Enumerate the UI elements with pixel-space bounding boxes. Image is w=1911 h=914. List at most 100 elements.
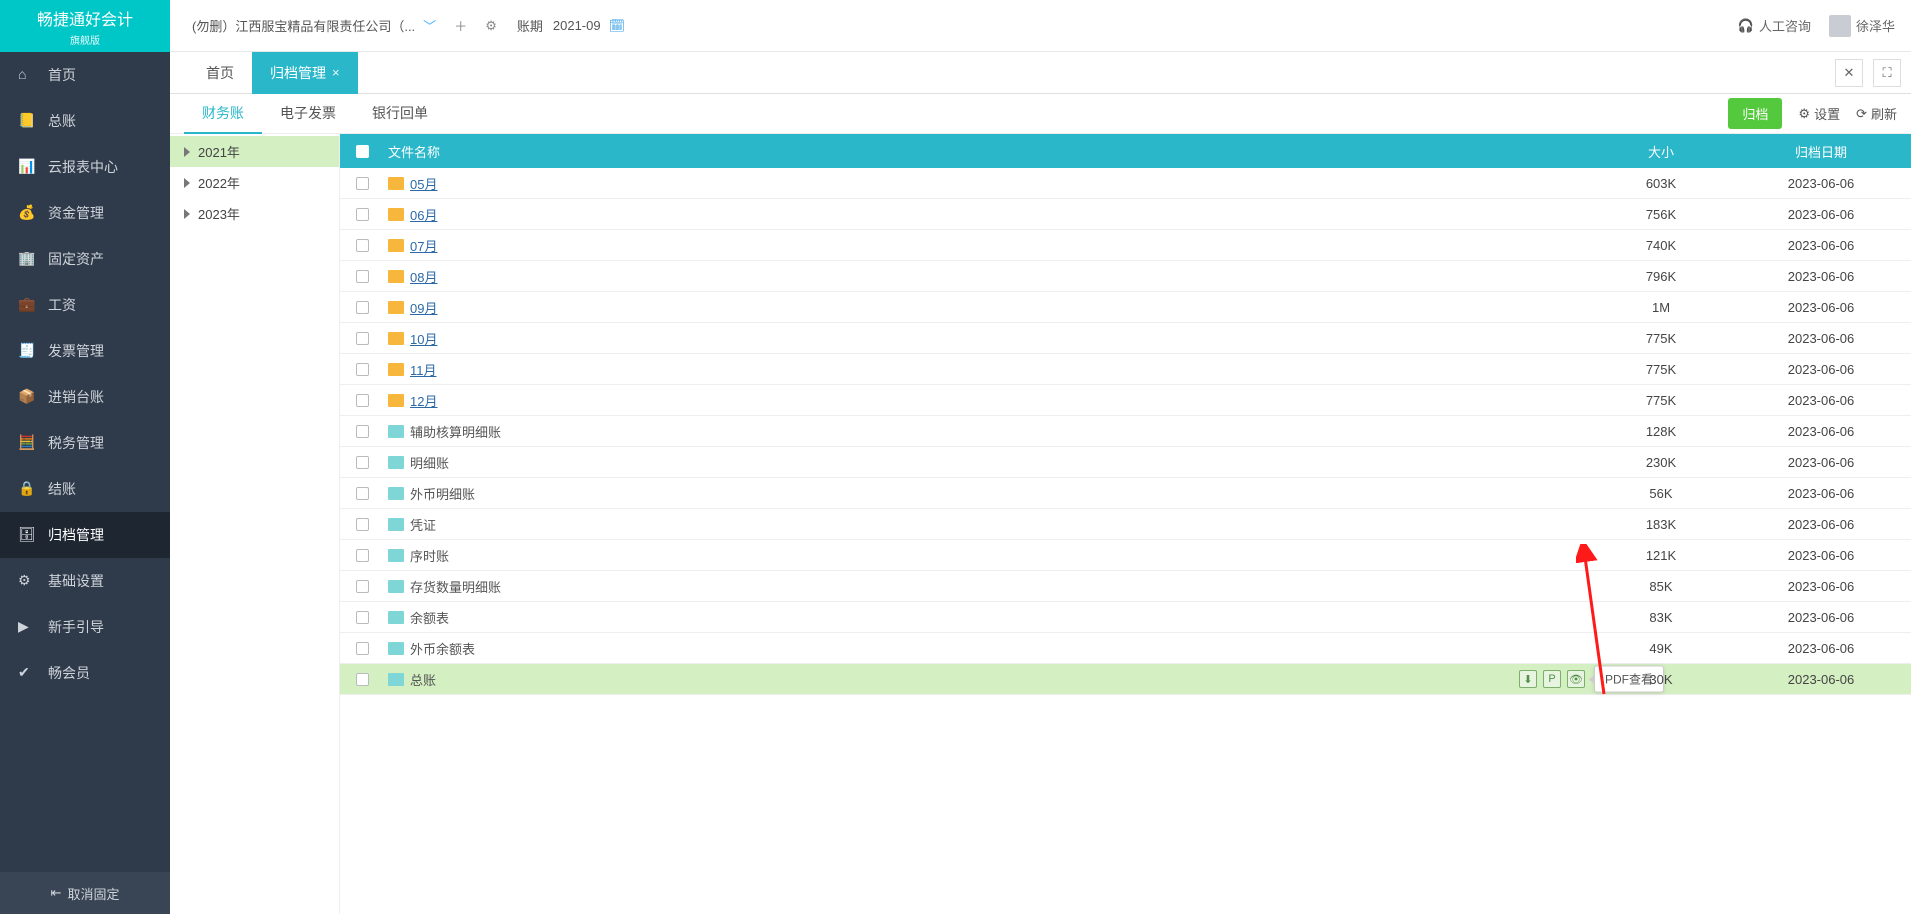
table-row[interactable]: 07月740K2023-06-06 (340, 230, 1911, 261)
nav-item-7[interactable]: 📦进销台账 (0, 374, 170, 420)
file-name[interactable]: 11月 (410, 360, 437, 379)
file-name: 存货数量明细账 (410, 577, 501, 596)
brand-subtitle: 旗舰版 (70, 32, 100, 47)
table-row[interactable]: 辅助核算明细账128K2023-06-06 (340, 416, 1911, 447)
row-checkbox[interactable] (356, 177, 369, 190)
table-row[interactable]: 存货数量明细账85K2023-06-06 (340, 571, 1911, 602)
row-checkbox[interactable] (356, 487, 369, 500)
file-name[interactable]: 09月 (410, 298, 437, 317)
row-checkbox[interactable] (356, 394, 369, 407)
file-name[interactable]: 06月 (410, 205, 437, 224)
tab-close-icon[interactable]: × (332, 65, 340, 80)
gear-icon[interactable]: ⚙ (485, 18, 497, 34)
nav-item-13[interactable]: ✔畅会员 (0, 650, 170, 696)
user-menu[interactable]: 徐泽华 (1829, 15, 1895, 37)
consult-button[interactable]: 🎧 人工咨询 (1738, 16, 1811, 35)
brand-logo: 畅捷通好会计 旗舰版 (0, 0, 170, 52)
category-tab-0[interactable]: 财务账 (184, 94, 262, 134)
nav-item-8[interactable]: 🧮税务管理 (0, 420, 170, 466)
category-tab-1[interactable]: 电子发票 (262, 94, 354, 134)
table-row[interactable]: 06月756K2023-06-06 (340, 199, 1911, 230)
col-size: 大小 (1591, 142, 1731, 161)
pdf-icon[interactable]: P (1543, 670, 1561, 688)
table-row[interactable]: 12月775K2023-06-06 (340, 385, 1911, 416)
file-size: 121K (1591, 548, 1731, 563)
table-row[interactable]: 余额表83K2023-06-06 (340, 602, 1911, 633)
nav-item-10[interactable]: 🗄归档管理 (0, 512, 170, 558)
archive-date: 2023-06-06 (1731, 300, 1911, 315)
company-dropdown-icon[interactable]: ﹀ (423, 16, 436, 35)
nav-item-0[interactable]: ⌂首页 (0, 52, 170, 98)
expand-icon (184, 209, 190, 219)
nav-icon: 💼 (18, 296, 36, 314)
add-icon[interactable]: ＋ (454, 16, 467, 35)
nav-item-12[interactable]: ▶新手引导 (0, 604, 170, 650)
row-checkbox[interactable] (356, 208, 369, 221)
page-tab-0[interactable]: 首页 (188, 52, 252, 94)
view-pdf-icon[interactable]: 👁PDF查看 (1567, 670, 1585, 688)
file-name[interactable]: 07月 (410, 236, 437, 255)
row-checkbox[interactable] (356, 270, 369, 283)
file-name[interactable]: 10月 (410, 329, 437, 348)
table-row[interactable]: 10月775K2023-06-06 (340, 323, 1911, 354)
row-checkbox[interactable] (356, 425, 369, 438)
table-row[interactable]: 11月775K2023-06-06 (340, 354, 1911, 385)
select-all-checkbox[interactable] (356, 145, 369, 158)
year-item-2[interactable]: 2023年 (170, 198, 339, 229)
row-checkbox[interactable] (356, 456, 369, 469)
table-row[interactable]: 凭证183K2023-06-06 (340, 509, 1911, 540)
avatar-icon (1829, 15, 1851, 37)
file-name[interactable]: 05月 (410, 174, 437, 193)
file-size: 775K (1591, 362, 1731, 377)
nav-item-6[interactable]: 🧾发票管理 (0, 328, 170, 374)
pin-toggle[interactable]: ⇤ 取消固定 (0, 872, 170, 914)
period-value[interactable]: 2021-09 (553, 18, 601, 33)
archive-button[interactable]: 归档 (1728, 98, 1782, 129)
nav-item-9[interactable]: 🔒结账 (0, 466, 170, 512)
year-tree: 2021年 2022年 2023年 (170, 134, 340, 914)
company-selector[interactable]: (勿删）江西服宝精品有限责任公司（... (192, 16, 415, 35)
row-checkbox[interactable] (356, 549, 369, 562)
refresh-button[interactable]: ⟳ 刷新 (1856, 104, 1897, 123)
table-row[interactable]: 明细账230K2023-06-06 (340, 447, 1911, 478)
row-checkbox[interactable] (356, 301, 369, 314)
row-checkbox[interactable] (356, 239, 369, 252)
row-checkbox[interactable] (356, 642, 369, 655)
nav-item-11[interactable]: ⚙基础设置 (0, 558, 170, 604)
calendar-icon[interactable]: 🗓 (609, 18, 626, 34)
close-all-tabs-button[interactable]: ✕ (1835, 59, 1863, 87)
nav-icon: 💰 (18, 204, 36, 222)
year-label: 2022年 (198, 173, 240, 192)
row-checkbox[interactable] (356, 332, 369, 345)
nav-label: 首页 (48, 65, 76, 85)
archive-date: 2023-06-06 (1731, 641, 1911, 656)
nav-item-4[interactable]: 🏢固定资产 (0, 236, 170, 282)
nav-item-5[interactable]: 💼工资 (0, 282, 170, 328)
folder-icon (388, 425, 404, 438)
category-tab-2[interactable]: 银行回单 (354, 94, 446, 134)
page-tab-1[interactable]: 归档管理× (252, 52, 358, 94)
settings-button[interactable]: ⚙ 设置 (1798, 104, 1840, 123)
year-item-0[interactable]: 2021年 (170, 136, 339, 167)
nav-item-1[interactable]: 📒总账 (0, 98, 170, 144)
table-row[interactable]: 序时账121K2023-06-06 (340, 540, 1911, 571)
row-checkbox[interactable] (356, 611, 369, 624)
row-checkbox[interactable] (356, 580, 369, 593)
table-row[interactable]: 05月603K2023-06-06 (340, 168, 1911, 199)
table-row[interactable]: 外币明细账56K2023-06-06 (340, 478, 1911, 509)
table-row[interactable]: 总账⬇P👁PDF查看30K2023-06-06 (340, 664, 1911, 695)
nav-item-2[interactable]: 📊云报表中心 (0, 144, 170, 190)
archive-date: 2023-06-06 (1731, 176, 1911, 191)
row-checkbox[interactable] (356, 673, 369, 686)
row-checkbox[interactable] (356, 518, 369, 531)
download-pdf-icon[interactable]: ⬇ (1519, 670, 1537, 688)
file-name[interactable]: 08月 (410, 267, 437, 286)
table-row[interactable]: 08月796K2023-06-06 (340, 261, 1911, 292)
table-row[interactable]: 外币余额表49K2023-06-06 (340, 633, 1911, 664)
row-checkbox[interactable] (356, 363, 369, 376)
table-row[interactable]: 09月1M2023-06-06 (340, 292, 1911, 323)
fullscreen-button[interactable]: ⛶ (1873, 59, 1901, 87)
nav-item-3[interactable]: 💰资金管理 (0, 190, 170, 236)
file-name[interactable]: 12月 (410, 391, 437, 410)
year-item-1[interactable]: 2022年 (170, 167, 339, 198)
